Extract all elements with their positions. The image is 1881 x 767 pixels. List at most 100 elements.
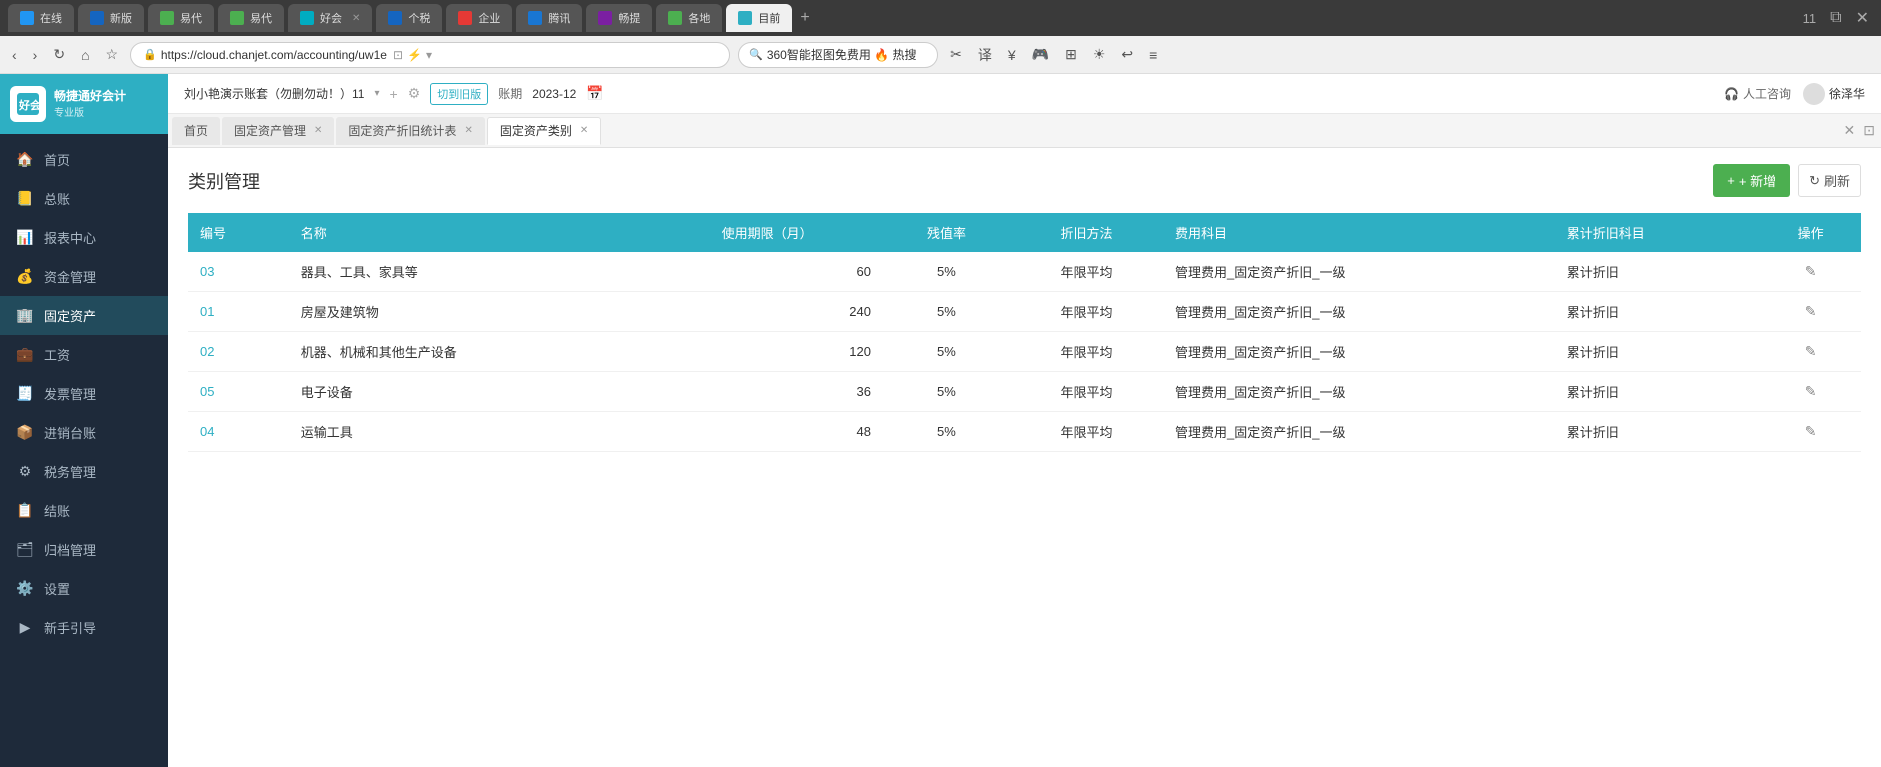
edit-button-3[interactable]: ✎: [1805, 383, 1817, 399]
reload-button[interactable]: ↻: [49, 44, 69, 65]
cell-accumulated-1: 累计折旧: [1555, 292, 1760, 332]
currency-icon[interactable]: ¥: [1004, 45, 1020, 65]
game-icon[interactable]: 🎮: [1028, 44, 1053, 65]
cell-accumulated-2: 累计折旧: [1555, 332, 1760, 372]
sidebar-item-ledger[interactable]: 📒 总账: [0, 179, 168, 218]
edit-button-1[interactable]: ✎: [1805, 303, 1817, 319]
browser-tab-yidai1[interactable]: 易代: [148, 4, 214, 32]
guide-icon: ▶: [16, 619, 34, 637]
sidebar-item-invoice[interactable]: 🧾 发票管理: [0, 374, 168, 413]
address-bar[interactable]: 🔒 https://cloud.chanjet.com/accounting/u…: [130, 42, 730, 68]
table-row: 01 房屋及建筑物 240 5% 年限平均 管理费用_固定资产折旧_一级 累计折…: [188, 292, 1861, 332]
bookmark-button[interactable]: ☆: [102, 44, 123, 65]
cell-method-1: 年限平均: [1010, 292, 1163, 332]
code-link-1[interactable]: 01: [200, 304, 214, 319]
sidebar-item-report[interactable]: 📊 报表中心: [0, 218, 168, 257]
cell-method-2: 年限平均: [1010, 332, 1163, 372]
page-tab-close-depreciation[interactable]: ✕: [464, 125, 472, 136]
col-expense: 费用科目: [1163, 213, 1555, 252]
grid-icon[interactable]: ⊞: [1061, 44, 1081, 65]
version-toggle-button[interactable]: 切到旧版: [430, 83, 488, 105]
browser-tab-gedi[interactable]: 各地: [656, 4, 722, 32]
sidebar-item-settings[interactable]: ⚙️ 设置: [0, 569, 168, 608]
new-tab-button[interactable]: +: [796, 9, 813, 27]
code-link-0[interactable]: 03: [200, 264, 214, 279]
browser-tab-yidai2[interactable]: 易代: [218, 4, 284, 32]
cell-expense-1: 管理费用_固定资产折旧_一级: [1163, 292, 1555, 332]
table-header-row: 编号 名称 使用期限（月） 残值率 折旧方法 费用科目 累计折旧科目 操作: [188, 213, 1861, 252]
refresh-button[interactable]: ↻ 刷新: [1798, 164, 1861, 197]
ledger-icon: 📒: [16, 190, 34, 208]
sidebar-item-purchase-sales[interactable]: 📦 进销台账: [0, 413, 168, 452]
menu-icon[interactable]: ≡: [1145, 45, 1161, 65]
edit-button-4[interactable]: ✎: [1805, 423, 1817, 439]
translate-icon[interactable]: 译: [974, 43, 996, 67]
period-label: 账期: [498, 85, 522, 102]
page-tab-fixed-assets-category[interactable]: 固定资产类别 ✕: [487, 117, 601, 145]
code-link-3[interactable]: 05: [200, 384, 214, 399]
edit-button-0[interactable]: ✎: [1805, 263, 1817, 279]
browser-toolbar: ✂ 译 ¥ 🎮 ⊞ ☀ ↩ ≡: [946, 43, 1161, 67]
browser-tab-geshui[interactable]: 个税: [376, 4, 442, 32]
cell-code-3: 05: [188, 372, 289, 412]
cell-action-0: ✎: [1760, 252, 1861, 292]
calendar-icon[interactable]: 📅: [586, 85, 603, 102]
fixed-assets-icon: 🏢: [16, 307, 34, 325]
sidebar-item-tax[interactable]: ⚙ 税务管理: [0, 452, 168, 491]
topbar-left: 刘小艳演示账套（勿删勿动！）11 ▾ + ⚙ 切到旧版 账期 2023-12 📅: [184, 83, 604, 105]
browser-tab-new[interactable]: 新版: [78, 4, 144, 32]
tab-maximize-button[interactable]: ⊡: [1861, 120, 1877, 141]
cell-expense-4: 管理费用_固定资产折旧_一级: [1163, 412, 1555, 452]
cell-method-0: 年限平均: [1010, 252, 1163, 292]
cell-code-1: 01: [188, 292, 289, 332]
home-button[interactable]: ⌂: [77, 45, 93, 65]
browser-tab-changti[interactable]: 畅提: [586, 4, 652, 32]
company-dropdown-arrow[interactable]: ▾: [374, 88, 379, 99]
sidebar-item-checkout[interactable]: 📋 结账: [0, 491, 168, 530]
forward-button[interactable]: ›: [29, 45, 42, 65]
browser-minimize[interactable]: 11: [1799, 11, 1821, 26]
browser-tab-tencent[interactable]: 腾讯: [516, 4, 582, 32]
browser-tab-muqian[interactable]: 目前: [726, 4, 792, 32]
search-bar[interactable]: 🔍 360智能抠图免费用 🔥 热搜: [738, 42, 938, 68]
page-tab-close-management[interactable]: ✕: [314, 125, 322, 136]
sidebar-item-home[interactable]: 🏠 首页: [0, 140, 168, 179]
topbar-right: 🎧 人工咨询 徐泽华: [1724, 83, 1865, 105]
undo-icon[interactable]: ↩: [1117, 44, 1137, 65]
browser-close[interactable]: ✕: [1852, 8, 1873, 28]
header-actions: + + 新增 ↻ 刷新: [1713, 164, 1861, 197]
company-settings-button[interactable]: ⚙: [408, 85, 421, 102]
page-tab-fixed-assets-management[interactable]: 固定资产管理 ✕: [222, 117, 334, 145]
archive-icon: 🗂: [16, 541, 34, 559]
theme-icon[interactable]: ☀: [1089, 44, 1110, 65]
back-button[interactable]: ‹: [8, 45, 21, 65]
code-link-2[interactable]: 02: [200, 344, 214, 359]
cut-icon[interactable]: ✂: [946, 44, 966, 65]
sidebar-logo: 好会 畅捷通好会计 专业版: [0, 74, 168, 134]
browser-restore[interactable]: ⧉: [1826, 9, 1845, 27]
page-tab-home[interactable]: 首页: [172, 117, 220, 145]
page-tab-close-category[interactable]: ✕: [580, 125, 588, 136]
code-link-4[interactable]: 04: [200, 424, 214, 439]
support-button[interactable]: 🎧 人工咨询: [1724, 85, 1791, 102]
cell-code-0: 03: [188, 252, 289, 292]
page-tab-depreciation-table[interactable]: 固定资产折旧统计表 ✕: [336, 117, 484, 145]
browser-tab-haohui[interactable]: 好会 ✕: [288, 4, 372, 32]
sidebar-item-archive[interactable]: 🗂 归档管理: [0, 530, 168, 569]
user-area[interactable]: 徐泽华: [1803, 83, 1865, 105]
tab-close-all-button[interactable]: ✕: [1842, 120, 1858, 141]
browser-tab-online[interactable]: 在线: [8, 4, 74, 32]
sidebar-item-guide[interactable]: ▶ 新手引导: [0, 608, 168, 647]
tax-icon: ⚙: [16, 463, 34, 481]
edit-button-2[interactable]: ✎: [1805, 343, 1817, 359]
add-company-button[interactable]: +: [390, 86, 398, 102]
browser-tab-enterprise[interactable]: 企业: [446, 4, 512, 32]
browser-tab-close-haohui[interactable]: ✕: [352, 13, 360, 24]
table-row: 02 机器、机械和其他生产设备 120 5% 年限平均 管理费用_固定资产折旧_…: [188, 332, 1861, 372]
add-category-button[interactable]: + + 新增: [1713, 164, 1790, 197]
sidebar-item-salary[interactable]: 💼 工资: [0, 335, 168, 374]
settings-icon: ⚙️: [16, 580, 34, 598]
sidebar-item-fixed-assets[interactable]: 🏢 固定资产: [0, 296, 168, 335]
col-residual: 残值率: [883, 213, 1010, 252]
sidebar-item-fund[interactable]: 💰 资金管理: [0, 257, 168, 296]
